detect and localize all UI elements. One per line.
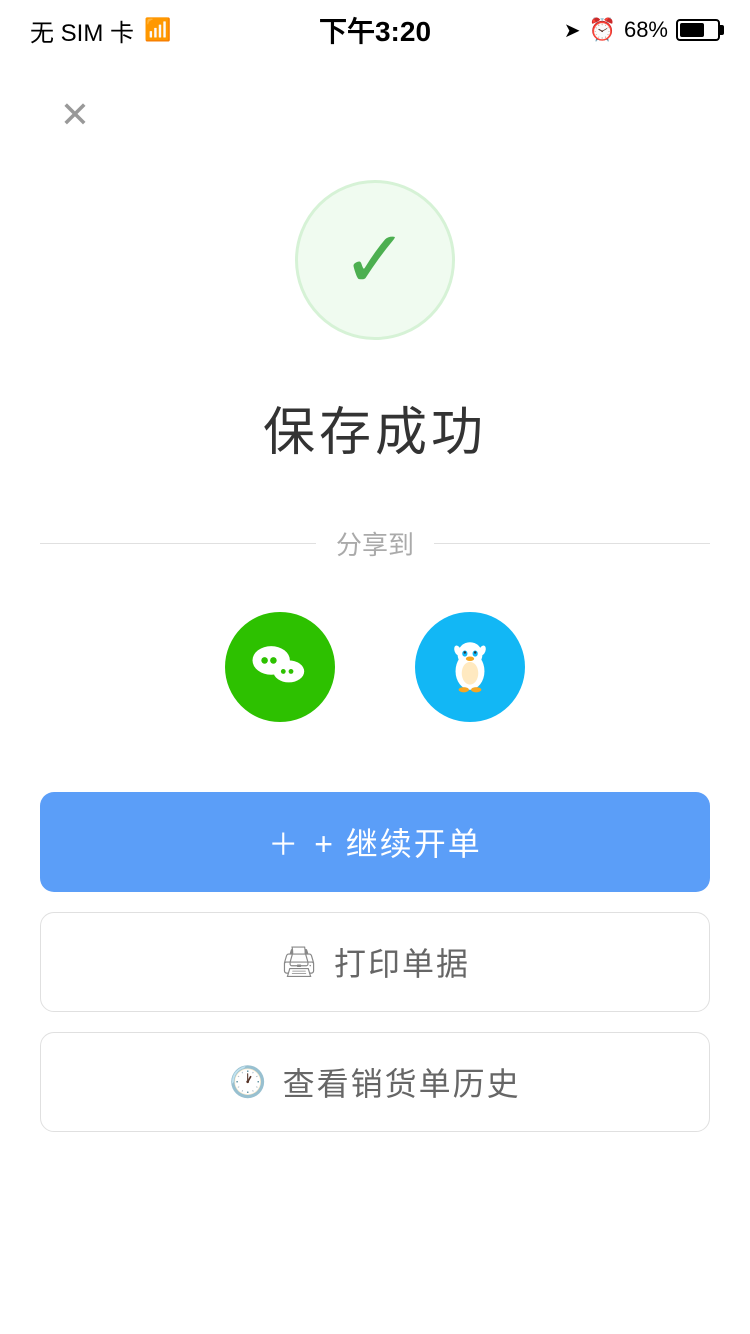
success-circle: ✓	[295, 180, 455, 340]
share-label: 分享到	[336, 525, 414, 562]
battery-icon-container	[676, 19, 720, 41]
continue-button[interactable]: ＋ + 继续开单	[40, 792, 710, 892]
close-area: ✕	[0, 60, 750, 150]
wechat-share-button[interactable]	[225, 612, 335, 722]
status-bar: 无 SIM 卡 📶 下午3:20 ➤ ⏰ 68%	[0, 0, 750, 60]
share-icons-container	[40, 612, 710, 722]
location-icon: ➤	[564, 18, 581, 43]
print-button[interactable]: 🖨 打印单据	[40, 912, 710, 1012]
qq-share-button[interactable]	[415, 612, 525, 722]
print-label: 打印单据	[334, 939, 470, 985]
wechat-icon	[247, 634, 313, 700]
close-button[interactable]: ✕	[50, 90, 100, 140]
share-section: 分享到	[40, 525, 710, 732]
clock-icon: 🕐	[229, 1065, 266, 1100]
plus-icon: ＋	[268, 820, 298, 864]
status-right: ➤ ⏰ 68%	[564, 17, 720, 43]
no-sim-text: 无 SIM 卡	[30, 13, 134, 48]
alarm-icon: ⏰	[589, 17, 616, 43]
qq-icon	[439, 636, 501, 698]
action-buttons: ＋ + 继续开单 🖨 打印单据 🕐 查看销货单历史	[40, 792, 710, 1132]
continue-label: + 继续开单	[314, 819, 482, 865]
status-time: 下午3:20	[319, 10, 431, 50]
status-left: 无 SIM 卡 📶	[30, 13, 171, 48]
printer-icon: 🖨	[280, 945, 318, 980]
success-title: 保存成功	[263, 390, 487, 465]
battery-icon	[676, 19, 720, 41]
divider-left	[40, 543, 316, 544]
main-content: ✓ 保存成功 分享到	[0, 150, 750, 1334]
history-label: 查看销货单历史	[283, 1059, 521, 1105]
battery-fill	[680, 23, 704, 37]
divider-right	[434, 543, 710, 544]
battery-percent: 68%	[624, 17, 668, 43]
history-button[interactable]: 🕐 查看销货单历史	[40, 1032, 710, 1132]
wifi-icon: 📶	[144, 17, 171, 43]
share-divider: 分享到	[40, 525, 710, 562]
close-icon: ✕	[60, 97, 90, 133]
checkmark-icon: ✓	[341, 220, 408, 300]
